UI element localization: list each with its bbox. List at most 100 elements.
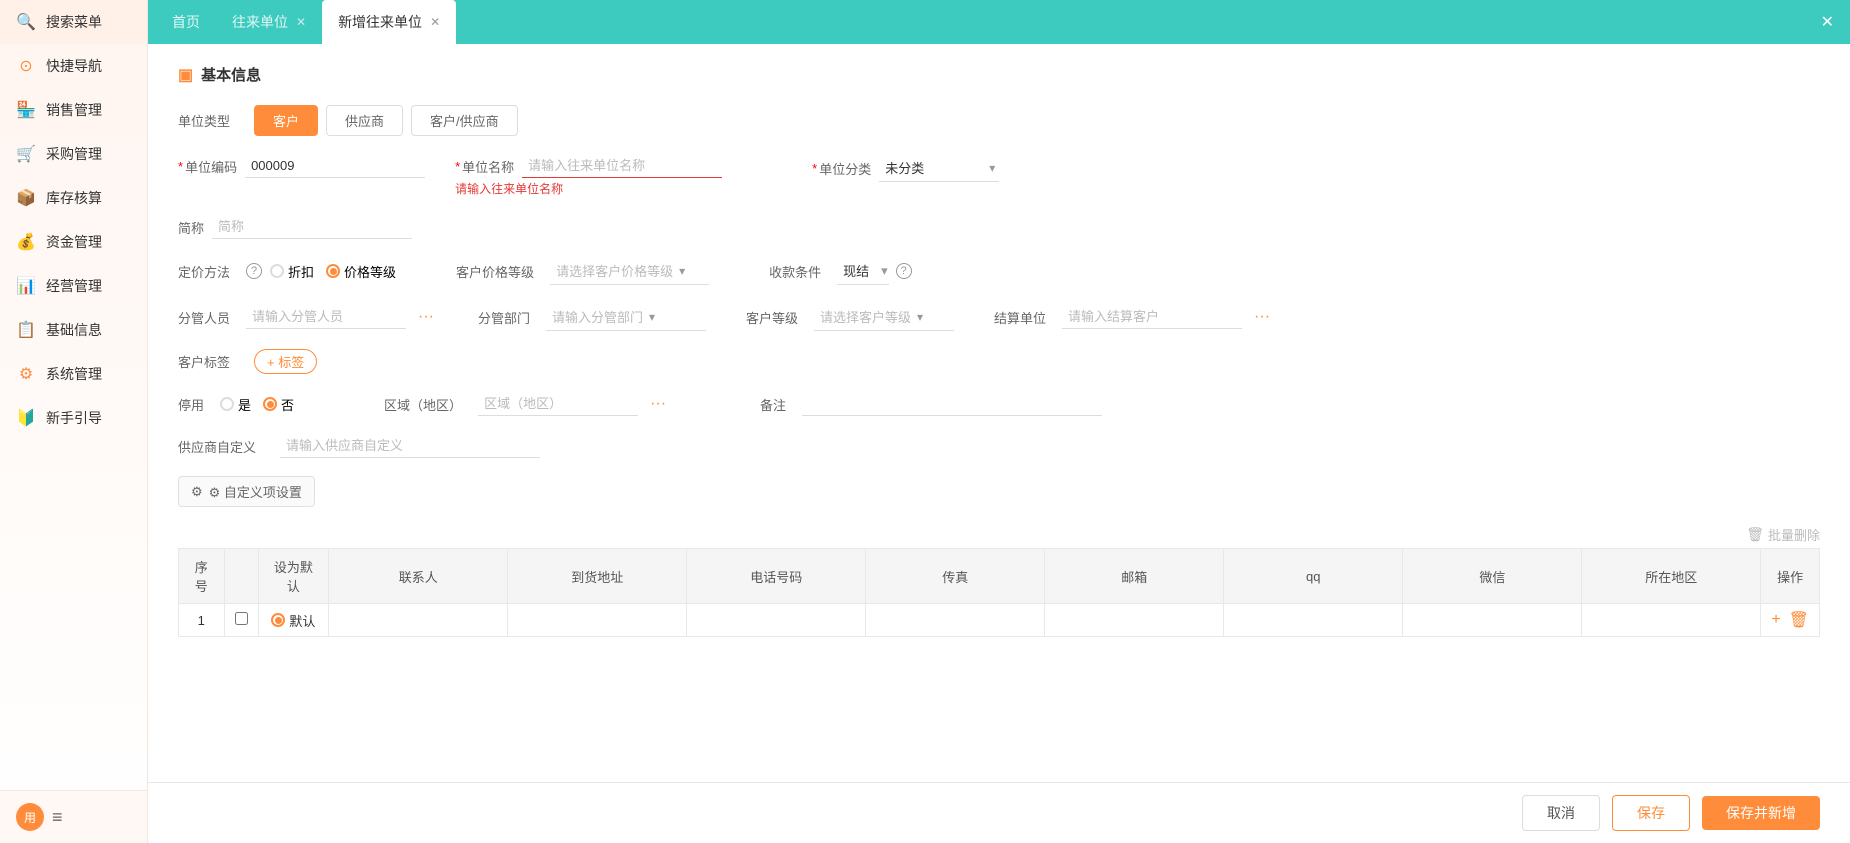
payment-terms-label: 收款条件 (769, 262, 821, 281)
unit-btn-customer[interactable]: 客户 (254, 105, 318, 136)
unit-type-group: 客户 供应商 客户/供应商 (254, 105, 518, 136)
manager-more-btn[interactable]: ··· (414, 308, 438, 326)
supplier-custom-input[interactable] (280, 434, 540, 458)
tab-bar-close-icon[interactable]: ✕ (1813, 8, 1842, 36)
sidebar-item-finance[interactable]: 💰 资金管理 (0, 220, 147, 264)
unit-btn-both[interactable]: 客户/供应商 (411, 105, 518, 136)
pricing-discount-circle (270, 264, 284, 278)
unit-name-error: 请输入往来单位名称 (455, 180, 563, 197)
cell-address[interactable] (508, 604, 687, 637)
quick-nav-icon: ⊙ (16, 56, 36, 76)
cancel-button[interactable]: 取消 (1522, 795, 1600, 831)
sidebar-item-system[interactable]: ⚙ 系统管理 (0, 352, 147, 396)
manager-label: 分管人员 (178, 308, 230, 327)
cell-wechat-input[interactable] (1413, 613, 1571, 628)
save-new-button[interactable]: 保存并新增 (1702, 796, 1820, 830)
customer-level-select[interactable]: 请选择客户等级 ▾ (814, 303, 954, 331)
pricing-help-icon[interactable]: ? (246, 263, 262, 279)
row-delete-icon[interactable]: 🗑 (1789, 610, 1809, 630)
supplier-custom-label: 供应商自定义 (178, 437, 256, 456)
unit-category-label: 单位分类 (819, 159, 871, 178)
region-input[interactable] (478, 392, 638, 416)
settlement-unit-input[interactable] (1062, 305, 1242, 329)
custom-settings-button[interactable]: ⚙ ⚙ 自定义项设置 (178, 476, 315, 507)
cell-email[interactable] (1045, 604, 1224, 637)
row-default-radio[interactable]: 默认 (269, 611, 319, 630)
cell-email-input[interactable] (1055, 613, 1213, 628)
tab-home[interactable]: 首页 (156, 0, 216, 44)
col-default: 设为默认 (258, 549, 329, 604)
sales-icon: 🏪 (16, 100, 36, 120)
tag-add-button[interactable]: + 标签 (254, 349, 317, 374)
customer-price-level-select[interactable]: 请选择客户价格等级 ▾ (550, 257, 709, 285)
sidebar-item-purchase[interactable]: 🛒 采购管理 (0, 132, 147, 176)
tab-new-contact[interactable]: 新增往来单位 ✕ (322, 0, 456, 44)
row-add-icon[interactable]: + (1771, 611, 1780, 629)
pricing-price-level-circle (326, 264, 340, 278)
cell-qq[interactable] (1224, 604, 1403, 637)
cell-table-region[interactable] (1582, 604, 1761, 637)
manager-input[interactable] (246, 305, 406, 329)
customer-level-label: 客户等级 (746, 308, 798, 327)
row-checkbox[interactable] (235, 612, 248, 625)
disable-radio-no[interactable]: 否 (263, 395, 294, 414)
sidebar-bottom: 用 ≡ (0, 790, 147, 843)
unit-category-select-wrap[interactable]: 未分类 (879, 154, 999, 182)
cell-phone-input[interactable] (697, 613, 855, 628)
unit-code-input[interactable] (245, 154, 425, 178)
sidebar-item-inventory[interactable]: 📦 库存核算 (0, 176, 147, 220)
purchase-icon: 🛒 (16, 144, 36, 164)
close-new-contact-icon[interactable]: ✕ (430, 15, 440, 29)
remark-input[interactable] (802, 392, 1102, 416)
sidebar-item-basic[interactable]: 📋 基础信息 (0, 308, 147, 352)
custom-settings-label: ⚙ 自定义项设置 (209, 482, 302, 501)
search-icon: 🔍 (16, 12, 36, 32)
cell-fax[interactable] (866, 604, 1045, 637)
sidebar: 🔍 搜索菜单 ⊙ 快捷导航 🏪 销售管理 🛒 采购管理 📦 库存核算 💰 资金管… (0, 0, 148, 843)
cell-phone[interactable] (687, 604, 866, 637)
unit-btn-supplier[interactable]: 供应商 (326, 105, 403, 136)
col-address: 到货地址 (508, 549, 687, 604)
unit-category-value[interactable]: 未分类 (879, 154, 999, 182)
contacts-table: 序号 设为默认 联系人 到货地址 电话号码 传真 邮箱 qq 微信 所在地区 操… (178, 548, 1820, 637)
customer-tag-row: 客户标签 + 标签 (178, 349, 1820, 374)
payment-terms-help-icon[interactable]: ? (896, 263, 912, 279)
pricing-radio-discount[interactable]: 折扣 (270, 262, 314, 281)
basic-icon: 📋 (16, 320, 36, 340)
sidebar-item-quick-nav[interactable]: ⊙ 快捷导航 (0, 44, 147, 88)
batch-delete-label[interactable]: 批量删除 (1768, 525, 1820, 544)
department-select[interactable]: 请输入分管部门 ▾ (546, 303, 706, 331)
tab-contacts[interactable]: 往来单位 ✕ (216, 0, 322, 44)
payment-terms-arrow: ▾ (881, 263, 888, 279)
settlement-unit-more-btn[interactable]: ··· (1250, 308, 1274, 326)
region-more-btn[interactable]: ··· (646, 395, 670, 413)
cell-region-input[interactable] (1592, 613, 1750, 628)
sidebar-item-sales[interactable]: 🏪 销售管理 (0, 88, 147, 132)
sidebar-item-search[interactable]: 🔍 搜索菜单 (0, 0, 147, 44)
col-qq: qq (1224, 549, 1403, 604)
cell-contact-input[interactable] (339, 613, 497, 628)
customer-price-level-label: 客户价格等级 (456, 262, 534, 281)
department-arrow: ▾ (649, 310, 655, 324)
cell-fax-input[interactable] (876, 613, 1034, 628)
pricing-method-label: 定价方法 (178, 262, 230, 281)
unit-name-label: 单位名称 (462, 157, 514, 176)
cell-contact[interactable] (329, 604, 508, 637)
cell-address-input[interactable] (518, 613, 676, 628)
sidebar-expand-icon[interactable]: ≡ (52, 807, 63, 828)
pricing-radio-price-level[interactable]: 价格等级 (326, 262, 396, 281)
unit-name-input[interactable] (522, 154, 722, 178)
remark-label: 备注 (760, 395, 786, 414)
short-name-input[interactable] (212, 215, 412, 239)
section-icon: ▣ (178, 65, 193, 85)
customer-level-arrow: ▾ (917, 310, 923, 324)
save-button[interactable]: 保存 (1612, 795, 1690, 831)
sidebar-item-operation[interactable]: 📊 经营管理 (0, 264, 147, 308)
disable-yes-circle (220, 397, 234, 411)
close-contacts-icon[interactable]: ✕ (296, 15, 306, 29)
sidebar-item-guide[interactable]: 🔰 新手引导 (0, 396, 147, 440)
cell-qq-input[interactable] (1234, 613, 1392, 628)
settlement-unit-label: 结算单位 (994, 308, 1046, 327)
cell-wechat[interactable] (1403, 604, 1582, 637)
disable-radio-yes[interactable]: 是 (220, 395, 251, 414)
